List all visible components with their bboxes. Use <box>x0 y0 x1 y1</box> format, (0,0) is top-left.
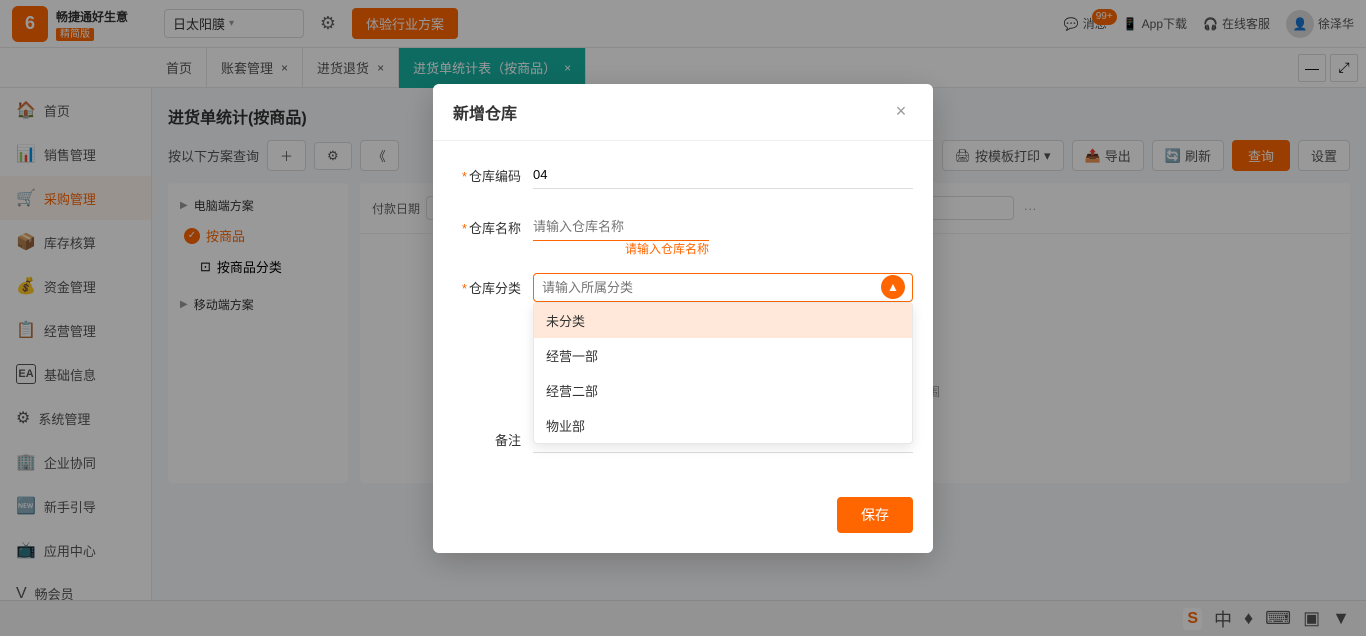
dialog-title: 新增仓库 <box>453 100 517 124</box>
warehouse-code-row: *仓库编码 <box>453 161 913 193</box>
category-dropdown: 未分类 经营一部 经营二部 物业部 <box>533 302 913 444</box>
code-label: *仓库编码 <box>453 161 533 193</box>
dropdown-item-dept1[interactable]: 经营一部 <box>534 338 912 373</box>
save-button[interactable]: 保存 <box>837 497 913 533</box>
name-error-message: 请输入仓库名称 <box>625 240 709 257</box>
dropdown-item-dept2[interactable]: 经营二部 <box>534 373 912 408</box>
dialog-close-button[interactable]: × <box>889 100 913 124</box>
dialog-body: *仓库编码 *仓库名称 请输入仓库名称 *仓库分类 <box>433 141 933 497</box>
name-label: *仓库名称 <box>453 213 533 245</box>
category-label: *仓库分类 <box>453 273 533 305</box>
modal-overlay[interactable]: 新增仓库 × *仓库编码 *仓库名称 请输入仓库名称 <box>0 0 1366 636</box>
category-toggle-button[interactable]: ▲ <box>881 275 905 299</box>
new-warehouse-dialog: 新增仓库 × *仓库编码 *仓库名称 请输入仓库名称 <box>433 84 933 553</box>
dialog-header: 新增仓库 × <box>433 84 933 141</box>
warehouse-category-row: *仓库分类 ▲ 未分类 经营一部 经营二部 物业部 <box>453 273 913 305</box>
category-input[interactable] <box>533 273 913 302</box>
dropdown-item-dept3[interactable]: 物业部 <box>534 408 912 443</box>
warehouse-code-input[interactable] <box>533 161 913 189</box>
dropdown-item-uncategorized[interactable]: 未分类 <box>534 303 912 338</box>
dialog-footer: 保存 <box>433 497 933 553</box>
warehouse-name-row: *仓库名称 请输入仓库名称 <box>453 213 913 245</box>
remark-label: 备注 <box>453 425 533 457</box>
warehouse-name-input[interactable] <box>533 213 709 241</box>
category-select-wrap: ▲ 未分类 经营一部 经营二部 物业部 <box>533 273 913 302</box>
